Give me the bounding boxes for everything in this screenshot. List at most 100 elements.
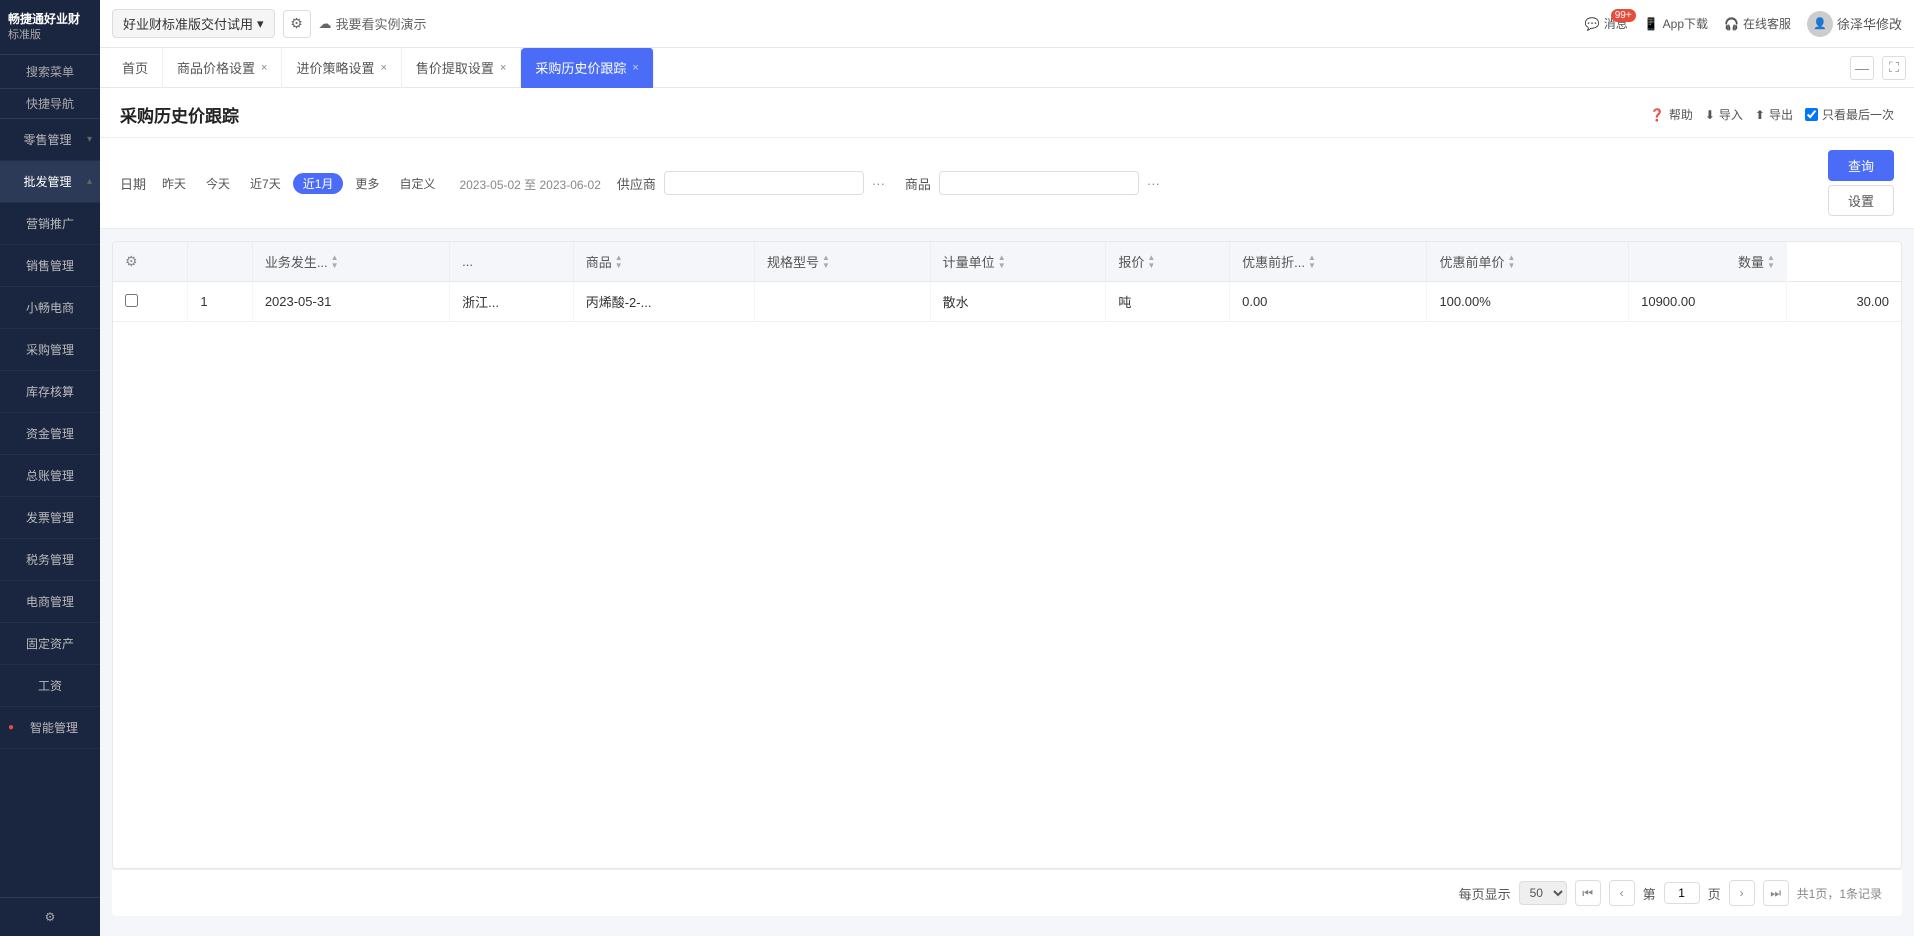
first-page-button[interactable]: ⏮ [1575,880,1601,906]
date-range-display: 2023-05-02 至 2023-06-02 [459,176,600,193]
demo-link[interactable]: ☁ 我要看实例演示 [319,14,427,33]
help-button[interactable]: ❓ 帮助 [1650,106,1693,123]
tab-sale-price[interactable]: 售价提取设置 × [402,48,521,88]
headset-icon: 🎧 [1724,17,1739,31]
per-page-label: 每页显示 [1459,884,1511,903]
goods-input[interactable] [939,171,1139,195]
sidebar-item-smart[interactable]: ● 智能管理 [0,707,100,749]
sidebar-logo-sub: 标准版 [8,28,80,43]
message-button[interactable]: 💬 消息 99+ [1585,15,1628,32]
topbar: 好业财标准版交付试用 ▾ ⚙ ☁ 我要看实例演示 💬 消息 99+ 📱 App下… [100,0,1914,48]
page-header: 采购历史价跟踪 ❓ 帮助 ⬇ 导入 ⬆ 导出 只看最后一次 [100,88,1914,138]
sidebar-item-ledger[interactable]: 总账管理 [0,455,100,497]
content-area: 采购历史价跟踪 ❓ 帮助 ⬇ 导入 ⬆ 导出 只看最后一次 [100,88,1914,936]
supplier-more-button[interactable]: ··· [868,174,889,193]
tab-maximize-button[interactable]: ⛶ [1882,56,1906,80]
close-icon[interactable]: × [261,62,267,74]
date-btn-1month[interactable]: 近1月 [293,173,344,194]
prev-page-button[interactable]: ‹ [1609,880,1635,906]
sidebar-item-tax[interactable]: 税务管理 [0,539,100,581]
cell-price: 吨 [1106,282,1230,322]
th-unit[interactable]: 计量单位 ▲▼ [930,242,1106,282]
gear-icon: ⚙ [290,15,303,32]
tab-minimize-button[interactable]: — [1850,56,1874,80]
sidebar-item-assets[interactable]: 固定资产 [0,623,100,665]
import-button[interactable]: ⬇ 导入 [1705,106,1743,123]
per-page-select[interactable]: 50 [1519,881,1567,905]
sidebar-item-wholesale[interactable]: 批发管理 ▴ [0,161,100,203]
sidebar-item-purchase[interactable]: 采购管理 [0,329,100,371]
last-only-checkbox[interactable] [1805,108,1818,121]
main-area: 好业财标准版交付试用 ▾ ⚙ ☁ 我要看实例演示 💬 消息 99+ 📱 App下… [100,0,1914,936]
user-info[interactable]: 👤 徐泽华修改 [1807,11,1902,37]
supplier-input-wrap: ··· [664,171,889,195]
cell-supplier: 浙江... [450,282,574,322]
cell-index: 1 [188,282,252,322]
page-unit-label: 页 [1708,884,1721,903]
version-selector[interactable]: 好业财标准版交付试用 ▾ [112,9,275,38]
tab-purchase-history[interactable]: 采购历史价跟踪 × [521,48,653,88]
sidebar-item-ecommerce[interactable]: 电商管理 [0,581,100,623]
th-date[interactable]: 业务发生... ▲▼ [252,242,449,282]
close-icon[interactable]: × [380,62,386,74]
sidebar-search[interactable]: 搜索菜单 [0,55,100,89]
data-table-wrap: ⚙ 业务发生... ▲▼ ... [112,241,1902,869]
close-icon[interactable]: × [632,62,638,74]
date-btn-custom[interactable]: 自定义 [391,173,443,194]
sidebar-item-ecommerce-small[interactable]: 小畅电商 [0,287,100,329]
import-icon: ⬇ [1705,108,1715,122]
cell-checkbox[interactable] [113,282,188,322]
row-checkbox[interactable] [125,294,138,307]
sidebar-item-marketing[interactable]: 营销推广 [0,203,100,245]
gear-icon: ⚙ [125,253,138,269]
supplier-input[interactable] [664,171,864,195]
supplier-filter-group: 供应商 ··· [617,171,889,195]
chevron-up-icon: ▴ [87,176,92,187]
current-page-input[interactable] [1664,882,1700,904]
date-btn-7days[interactable]: 近7天 [242,173,289,194]
sidebar-item-retail[interactable]: 零售管理 ▾ [0,119,100,161]
topbar-settings-button[interactable]: ⚙ [283,10,311,38]
next-page-button[interactable]: › [1729,880,1755,906]
query-button[interactable]: 查询 [1828,150,1894,181]
th-pre-discount-price-label: 优惠前单价 [1439,252,1504,271]
sidebar-item-sales[interactable]: 销售管理 [0,245,100,287]
goods-filter-label: 商品 [905,174,931,193]
th-discount[interactable]: 优惠前折... ▲▼ [1230,242,1427,282]
goods-more-button[interactable]: ··· [1143,174,1164,193]
date-buttons: 昨天 今天 近7天 近1月 更多 自定义 [154,173,443,194]
app-download-button[interactable]: 📱 App下载 [1644,15,1708,32]
export-icon: ⬆ [1755,108,1765,122]
tab-purchase-strategy[interactable]: 进价策略设置 × [282,48,401,88]
sidebar-item-hr[interactable]: 工资 [0,665,100,707]
last-page-button[interactable]: ⏭ [1763,880,1789,906]
sort-arrows-icon: ▲▼ [1147,254,1155,270]
th-goods[interactable]: 商品 ▲▼ [573,242,754,282]
th-price-label: 报价 [1118,252,1144,271]
th-more1[interactable]: ... [450,242,574,282]
date-btn-today[interactable]: 今天 [198,173,238,194]
th-quantity[interactable]: 数量 ▲▼ [1629,242,1787,282]
sidebar-item-invoice[interactable]: 发票管理 [0,497,100,539]
close-icon[interactable]: × [500,62,506,74]
date-btn-more[interactable]: 更多 [347,173,387,194]
online-service-button[interactable]: 🎧 在线客服 [1724,15,1791,32]
th-spec[interactable]: 规格型号 ▲▼ [754,242,930,282]
th-gear[interactable]: ⚙ [113,242,188,282]
th-price[interactable]: 报价 ▲▼ [1106,242,1230,282]
th-date-label: 业务发生... [265,252,328,271]
date-btn-yesterday[interactable]: 昨天 [154,173,194,194]
tab-home[interactable]: 首页 [108,48,163,88]
th-pre-discount-price[interactable]: 优惠前单价 ▲▼ [1427,242,1629,282]
sidebar-settings[interactable]: ⚙ [0,897,100,936]
tabbar: 首页 商品价格设置 × 进价策略设置 × 售价提取设置 × 采购历史价跟踪 × … [100,48,1914,88]
filter-settings-button[interactable]: 设置 [1828,185,1894,216]
sidebar-item-inventory[interactable]: 库存核算 [0,371,100,413]
table-header-row: ⚙ 业务发生... ▲▼ ... [113,242,1901,282]
message-badge: 99+ [1611,9,1636,22]
sidebar-quick-nav[interactable]: 快捷导航 [0,89,100,119]
export-button[interactable]: ⬆ 导出 [1755,106,1793,123]
app-download-label: App下载 [1663,15,1708,32]
tab-price[interactable]: 商品价格设置 × [163,48,282,88]
sidebar-item-finance[interactable]: 资金管理 [0,413,100,455]
